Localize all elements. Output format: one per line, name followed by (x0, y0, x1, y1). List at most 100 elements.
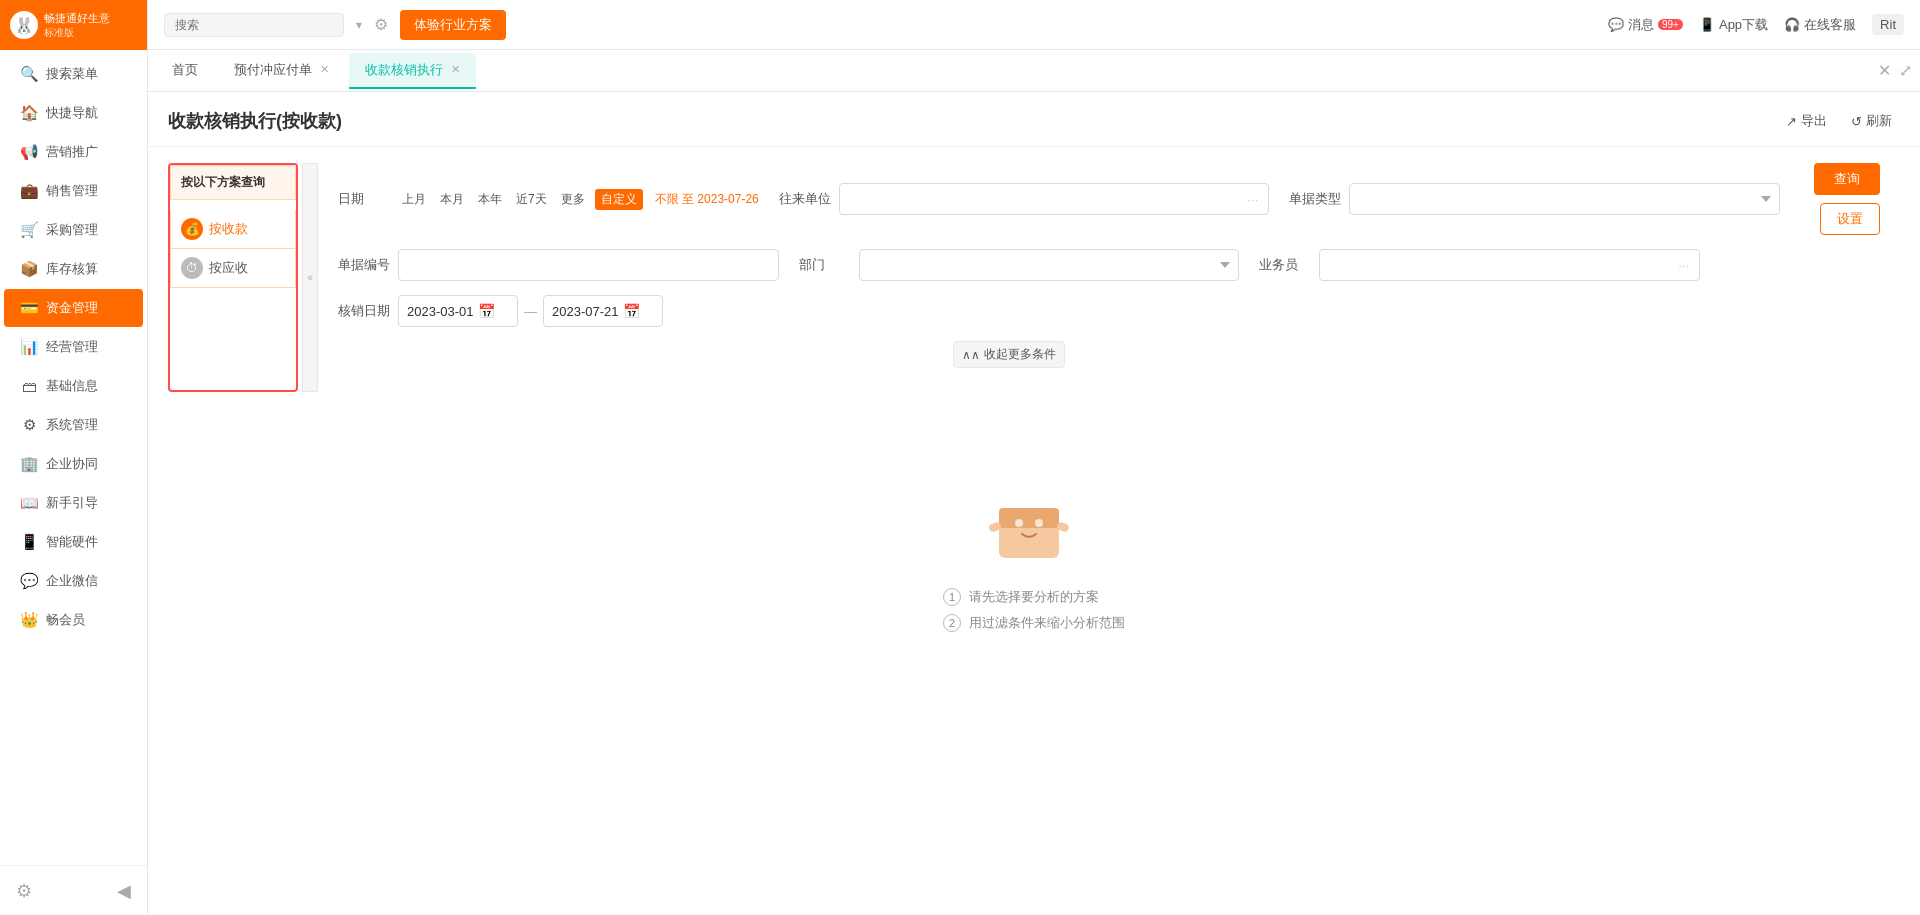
sidebar-item-purchase[interactable]: 🛒 采购管理 (4, 211, 143, 249)
sidebar-item-cooperation[interactable]: 🏢 企业协同 (4, 445, 143, 483)
by-receipt-label: 按收款 (209, 220, 248, 238)
shortcut-this-month[interactable]: 本月 (436, 189, 468, 210)
solution-button[interactable]: 体验行业方案 (400, 10, 506, 40)
sidebar-item-member[interactable]: 👑 畅会员 (4, 601, 143, 639)
svg-rect-1 (999, 508, 1059, 528)
page-actions: ↗ 导出 ↺ 刷新 (1778, 108, 1900, 134)
app-download-button[interactable]: 📱 App下载 (1699, 16, 1768, 34)
shortcut-more[interactable]: 更多 (557, 189, 589, 210)
inventory-icon: 📦 (20, 260, 38, 278)
hint-num-1: 1 (943, 588, 961, 606)
tabs-actions: ✕ ⤢ (1878, 61, 1912, 80)
settings-button[interactable]: 设置 (1820, 203, 1880, 235)
expand-icon[interactable]: ⤢ (1899, 61, 1912, 80)
tab-receivable[interactable]: 收款核销执行 ✕ (349, 53, 476, 89)
doc-no-label: 单据编号 (338, 256, 390, 274)
empty-svg (984, 468, 1084, 568)
tab-prepay-close[interactable]: ✕ (320, 63, 329, 76)
doc-no-input[interactable] (398, 249, 779, 281)
page-container: 收款核销执行(按收款) ↗ 导出 ↺ 刷新 按以下方 (148, 92, 1920, 915)
counterpart-input[interactable]: ··· (839, 183, 1270, 215)
sidebar-item-inventory[interactable]: 📦 库存核算 (4, 250, 143, 288)
shortcut-last-month[interactable]: 上月 (398, 189, 430, 210)
verify-date-field: 核销日期 2023-03-01 📅 — 2023-07-21 📅 (338, 295, 663, 327)
shortcut-icon: 🏠 (20, 104, 38, 122)
close-tab-icon[interactable]: ✕ (1878, 61, 1891, 80)
panel-collapse-button[interactable]: « (302, 163, 318, 392)
header-search-input[interactable] (164, 13, 344, 37)
sidebar-item-system[interactable]: ⚙ 系统管理 (4, 406, 143, 444)
tab-prepay-label: 预付冲应付单 (234, 61, 312, 79)
shortcut-this-year[interactable]: 本年 (474, 189, 506, 210)
dept-select[interactable] (859, 249, 1240, 281)
query-button[interactable]: 查询 (1814, 163, 1880, 195)
date-label: 日期 (338, 190, 390, 208)
sidebar-item-wechat[interactable]: 💬 企业微信 (4, 562, 143, 600)
date-field: 日期 上月 本月 本年 近7天 更多 自定义 不限 至 2023-07-26 (338, 189, 759, 210)
gear-icon[interactable]: ⚙ (374, 15, 388, 34)
sidebar-label-member: 畅会员 (46, 611, 85, 629)
filter-actions: 查询 设置 (1800, 163, 1880, 235)
filter-row-1: 日期 上月 本月 本年 近7天 更多 自定义 不限 至 2023-07-26 (338, 163, 1880, 235)
tab-receivable-close[interactable]: ✕ (451, 63, 460, 76)
verify-date-start-input[interactable]: 2023-03-01 📅 (398, 295, 518, 327)
svg-point-3 (1035, 519, 1043, 527)
sidebar-label-operations: 经营管理 (46, 338, 98, 356)
export-label: 导出 (1801, 112, 1827, 130)
empty-illustration (984, 468, 1084, 568)
staff-input[interactable]: ··· (1319, 249, 1700, 281)
shortcut-7days[interactable]: 近7天 (512, 189, 551, 210)
message-label: 消息 (1628, 16, 1654, 34)
doc-type-select[interactable] (1349, 183, 1780, 215)
receipt-icon: 💰 (181, 218, 203, 240)
verify-date-end-input[interactable]: 2023-07-21 📅 (543, 295, 663, 327)
sidebar-item-finance[interactable]: 💳 资金管理 (4, 289, 143, 327)
sidebar-item-guide[interactable]: 📖 新手引导 (4, 484, 143, 522)
sidebar-label-guide: 新手引导 (46, 494, 98, 512)
sidebar-label-basic: 基础信息 (46, 377, 98, 395)
shortcut-custom[interactable]: 自定义 (595, 189, 643, 210)
page-title: 收款核销执行(按收款) (168, 109, 342, 133)
empty-state: 1 请先选择要分析的方案 2 用过滤条件来缩小分析范围 (148, 408, 1920, 692)
filter-panel: 按以下方案查询 💰 按收款 ⏱ 按应收 (168, 163, 298, 392)
calendar-end-icon: 📅 (623, 303, 640, 319)
user-button[interactable]: Rit (1872, 14, 1904, 35)
settings-icon[interactable]: ⚙ (16, 880, 32, 902)
dropdown-icon[interactable]: ▾ (356, 18, 362, 32)
online-service-button[interactable]: 🎧 在线客服 (1784, 16, 1856, 34)
sidebar: 🐰 畅捷通好生意 标准版 🔍 搜索菜单 🏠 快捷导航 📢 营销推广 💼 销售管理… (0, 0, 148, 915)
logo-icon: 🐰 (10, 11, 38, 39)
collapse-sidebar-icon[interactable]: ◀ (117, 880, 131, 902)
filter-option-by-receipt[interactable]: 💰 按收款 (170, 210, 296, 249)
member-icon: 👑 (20, 611, 38, 629)
tab-prepay[interactable]: 预付冲应付单 ✕ (218, 53, 345, 89)
date-unlimited-text: 不限 至 2023-07-26 (655, 191, 759, 208)
verify-date-end-value: 2023-07-21 (552, 304, 619, 319)
sidebar-item-basic[interactable]: 🗃 基础信息 (4, 367, 143, 405)
page-header: 收款核销执行(按收款) ↗ 导出 ↺ 刷新 (148, 92, 1920, 147)
sidebar-label-inventory: 库存核算 (46, 260, 98, 278)
sidebar-item-sales[interactable]: 💼 销售管理 (4, 172, 143, 210)
logo-text: 畅捷通好生意 标准版 (44, 11, 110, 40)
sidebar-label-wechat: 企业微信 (46, 572, 98, 590)
filter-option-by-receivable[interactable]: ⏱ 按应收 (170, 249, 296, 288)
messages-button[interactable]: 💬 消息 99+ (1608, 16, 1683, 34)
sidebar-item-operations[interactable]: 📊 经营管理 (4, 328, 143, 366)
sidebar-item-hardware[interactable]: 📱 智能硬件 (4, 523, 143, 561)
tab-home[interactable]: 首页 (156, 53, 214, 89)
collapse-more-button[interactable]: ∧∧ 收起更多条件 (953, 341, 1065, 368)
sidebar-label-system: 系统管理 (46, 416, 98, 434)
sidebar-label-hardware: 智能硬件 (46, 533, 98, 551)
refresh-button[interactable]: ↺ 刷新 (1843, 108, 1900, 134)
purchase-icon: 🛒 (20, 221, 38, 239)
sidebar-item-marketing[interactable]: 📢 营销推广 (4, 133, 143, 171)
sidebar-item-search[interactable]: 🔍 搜索菜单 (4, 55, 143, 93)
message-badge: 99+ (1658, 19, 1683, 30)
verify-date-label: 核销日期 (338, 302, 390, 320)
filter-row-3: 核销日期 2023-03-01 📅 — 2023-07-21 📅 (338, 295, 1880, 327)
sidebar-item-shortcut[interactable]: 🏠 快捷导航 (4, 94, 143, 132)
receivable-icon: ⏱ (181, 257, 203, 279)
message-icon: 💬 (1608, 17, 1624, 32)
export-button[interactable]: ↗ 导出 (1778, 108, 1835, 134)
sidebar-label-finance: 资金管理 (46, 299, 98, 317)
